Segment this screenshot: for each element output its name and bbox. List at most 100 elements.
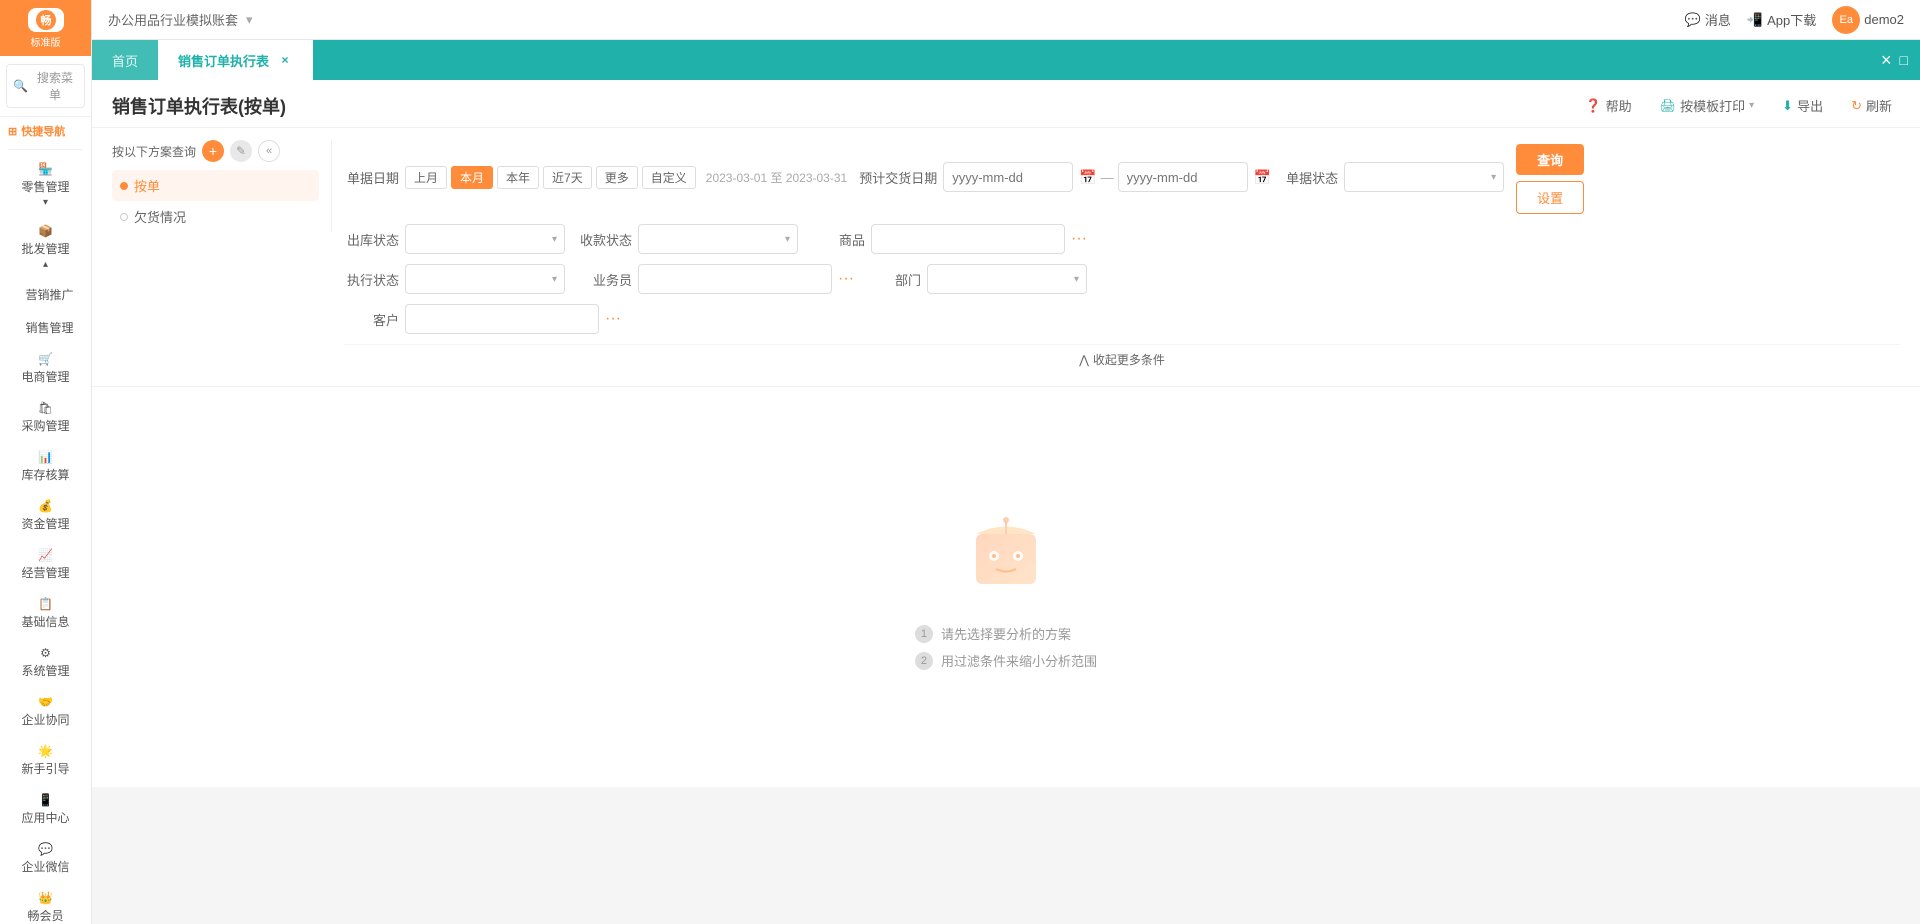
main-area: 办公用品行业模拟账套 ▾ 💬 消息 📲 App下载 Ea demo2 首页 <box>92 0 1920 924</box>
svg-text:畅: 畅 <box>40 13 51 27</box>
date-btn-this-year[interactable]: 本年 <box>497 166 539 189</box>
sidebar-item-guide[interactable]: 🌟 新手引导 <box>0 736 91 785</box>
query-button[interactable]: 查询 <box>1516 144 1584 175</box>
operation-icon: 📈 <box>38 548 53 562</box>
sidebar-item-inventory[interactable]: 📊 库存核算 <box>0 442 91 491</box>
window-max-icon[interactable]: □ <box>1900 52 1908 68</box>
tab-sales-order[interactable]: 销售订单执行表 × <box>158 40 313 80</box>
tip-num-1: 1 <box>915 625 933 643</box>
search-row: 按以下方案查询 + ✎ « 按单 <box>112 140 1900 374</box>
divider <box>9 149 82 150</box>
scheme-item-order[interactable]: 按单 <box>112 170 319 201</box>
page-title-actions: ❓ 帮助 🖨 按模板打印 ▾ ⬇ 导出 ↻ 刷新 <box>1577 92 1900 119</box>
scheme-add-btn[interactable]: + <box>202 140 224 162</box>
sidebar-item-operation[interactable]: 📈 经营管理 <box>0 540 91 589</box>
member-icon: 👑 <box>38 891 53 905</box>
outbound-select[interactable] <box>405 224 565 254</box>
calendar-end-icon[interactable]: 📅 <box>1254 169 1271 186</box>
dept-select[interactable] <box>927 264 1087 294</box>
breadcrumb-arrow-icon[interactable]: ▾ <box>246 12 253 28</box>
receipt-status-item: 收款状态 ▾ <box>577 224 798 254</box>
salesman-item: 业务员 ··· <box>577 264 854 294</box>
exec-label: 执行状态 <box>344 270 399 289</box>
status-select[interactable] <box>1344 162 1504 192</box>
wholesale-icon: 📦 <box>38 224 53 238</box>
export-icon: ⬇ <box>1782 98 1793 114</box>
date-btn-more[interactable]: 更多 <box>596 166 638 189</box>
date-buttons-group: 上月 本月 本年 近7天 更多 自定义 <box>405 166 696 189</box>
print-icon: 🖨 <box>1660 98 1677 114</box>
chevron-down-icon: ▾ <box>43 197 48 208</box>
empty-state: 1 请先选择要分析的方案 2 用过滤条件来缩小分析范围 <box>92 387 1920 787</box>
empty-tip-2: 2 用过滤条件来缩小分析范围 <box>915 651 1097 670</box>
date-btn-custom[interactable]: 自定义 <box>642 166 696 189</box>
sidebar-group-wholesale: 📦 批发管理 ▴ 营销推广 销售管理 <box>0 216 91 344</box>
print-arrow-icon: ▾ <box>1749 100 1754 111</box>
scheme-title-text: 按以下方案查询 <box>112 143 196 160</box>
date-label: 单据日期 <box>344 168 399 187</box>
settings-button[interactable]: 设置 <box>1516 181 1584 214</box>
sidebar-item-app-center[interactable]: 📱 应用中心 <box>0 785 91 834</box>
breadcrumb-area: 办公用品行业模拟账套 ▾ <box>108 10 253 29</box>
refresh-button[interactable]: ↻ 刷新 <box>1843 92 1900 119</box>
tab-home[interactable]: 首页 <box>92 40 158 80</box>
app-download-btn[interactable]: 📲 App下载 <box>1747 10 1816 29</box>
sidebar-item-wechat[interactable]: 💬 企业微信 <box>0 834 91 883</box>
tip-text-1: 请先选择要分析的方案 <box>941 624 1071 643</box>
calendar-start-icon[interactable]: 📅 <box>1079 169 1096 186</box>
sidebar-item-enterprise[interactable]: 🤝 企业协同 <box>0 687 91 736</box>
salesman-input[interactable] <box>638 264 832 294</box>
date-range-text: 2023-03-01 至 2023-03-31 <box>706 169 847 186</box>
exec-select[interactable] <box>405 264 565 294</box>
expected-date-end-input[interactable] <box>1118 162 1248 192</box>
print-button[interactable]: 🖨 按模板打印 ▾ <box>1652 92 1763 119</box>
user-profile-btn[interactable]: Ea demo2 <box>1832 6 1904 34</box>
sidebar-item-finance[interactable]: 💰 资金管理 <box>0 491 91 540</box>
breadcrumb-text: 办公用品行业模拟账套 <box>108 10 238 29</box>
guide-icon: 🌟 <box>38 744 53 758</box>
window-close-icon[interactable]: × <box>1881 50 1892 71</box>
goods-label: 商品 <box>810 230 865 249</box>
system-icon: ⚙ <box>40 646 51 660</box>
sidebar-item-ecommerce[interactable]: 🛒 电商管理 <box>0 344 91 393</box>
date-btn-last-month[interactable]: 上月 <box>405 166 447 189</box>
basic-icon: 📋 <box>38 597 53 611</box>
sidebar-item-member[interactable]: 👑 畅会员 <box>0 883 91 924</box>
sidebar-item-purchase[interactable]: 🛍 采购管理 <box>0 393 91 442</box>
filter-row-3: 执行状态 ▾ 业务员 <box>344 264 1900 294</box>
empty-tip-1: 1 请先选择要分析的方案 <box>915 624 1097 643</box>
goods-input[interactable] <box>871 224 1065 254</box>
tab-close-icon[interactable]: × <box>277 52 293 68</box>
search-menu-button[interactable]: 🔍 搜索菜单 <box>6 64 85 108</box>
outbound-label: 出库状态 <box>344 230 399 249</box>
receipt-select[interactable] <box>638 224 798 254</box>
sidebar-item-retail[interactable]: 🏪 零售管理 ▾ <box>0 154 91 216</box>
page-title-bar: 销售订单执行表(按单) ❓ 帮助 🖨 按模板打印 ▾ ⬇ 导出 <box>92 80 1920 128</box>
sidebar-nav-quick[interactable]: ⊞ 快捷导航 <box>0 117 91 145</box>
sidebar-item-marketing[interactable]: 营销推广 <box>8 278 91 311</box>
date-btn-7days[interactable]: 近7天 <box>543 166 592 189</box>
status-label: 单据状态 <box>1283 168 1338 187</box>
salesman-ellipsis[interactable]: ··· <box>838 270 854 288</box>
date-btn-this-month[interactable]: 本月 <box>451 166 493 189</box>
scheme-active-dot <box>120 182 128 190</box>
sidebar-item-basic[interactable]: 📋 基础信息 <box>0 589 91 638</box>
scheme-inactive-dot <box>120 213 128 221</box>
customer-ellipsis[interactable]: ··· <box>605 310 621 328</box>
help-button[interactable]: ❓ 帮助 <box>1577 92 1639 119</box>
sidebar-item-wholesale[interactable]: 📦 批发管理 ▴ <box>0 216 91 278</box>
chevron-up-icon: ▴ <box>43 259 48 270</box>
scheme-collapse-btn[interactable]: « <box>258 140 280 162</box>
collapse-row[interactable]: ⋀ 收起更多条件 <box>344 344 1900 374</box>
goods-ellipsis[interactable]: ··· <box>1071 230 1087 248</box>
sidebar-item-sales[interactable]: 销售管理 <box>8 311 91 344</box>
scheme-edit-btn[interactable]: ✎ <box>230 140 252 162</box>
customer-input[interactable] <box>405 304 599 334</box>
sidebar-item-system[interactable]: ⚙ 系统管理 <box>0 638 91 687</box>
filter-row-4: 客户 ··· <box>344 304 1900 334</box>
expected-date-start-input[interactable] <box>943 162 1073 192</box>
message-btn[interactable]: 💬 消息 <box>1685 10 1731 29</box>
purchase-icon: 🛍 <box>38 401 53 415</box>
export-button[interactable]: ⬇ 导出 <box>1774 92 1831 119</box>
scheme-item-shortage[interactable]: 欠货情况 <box>112 201 319 232</box>
